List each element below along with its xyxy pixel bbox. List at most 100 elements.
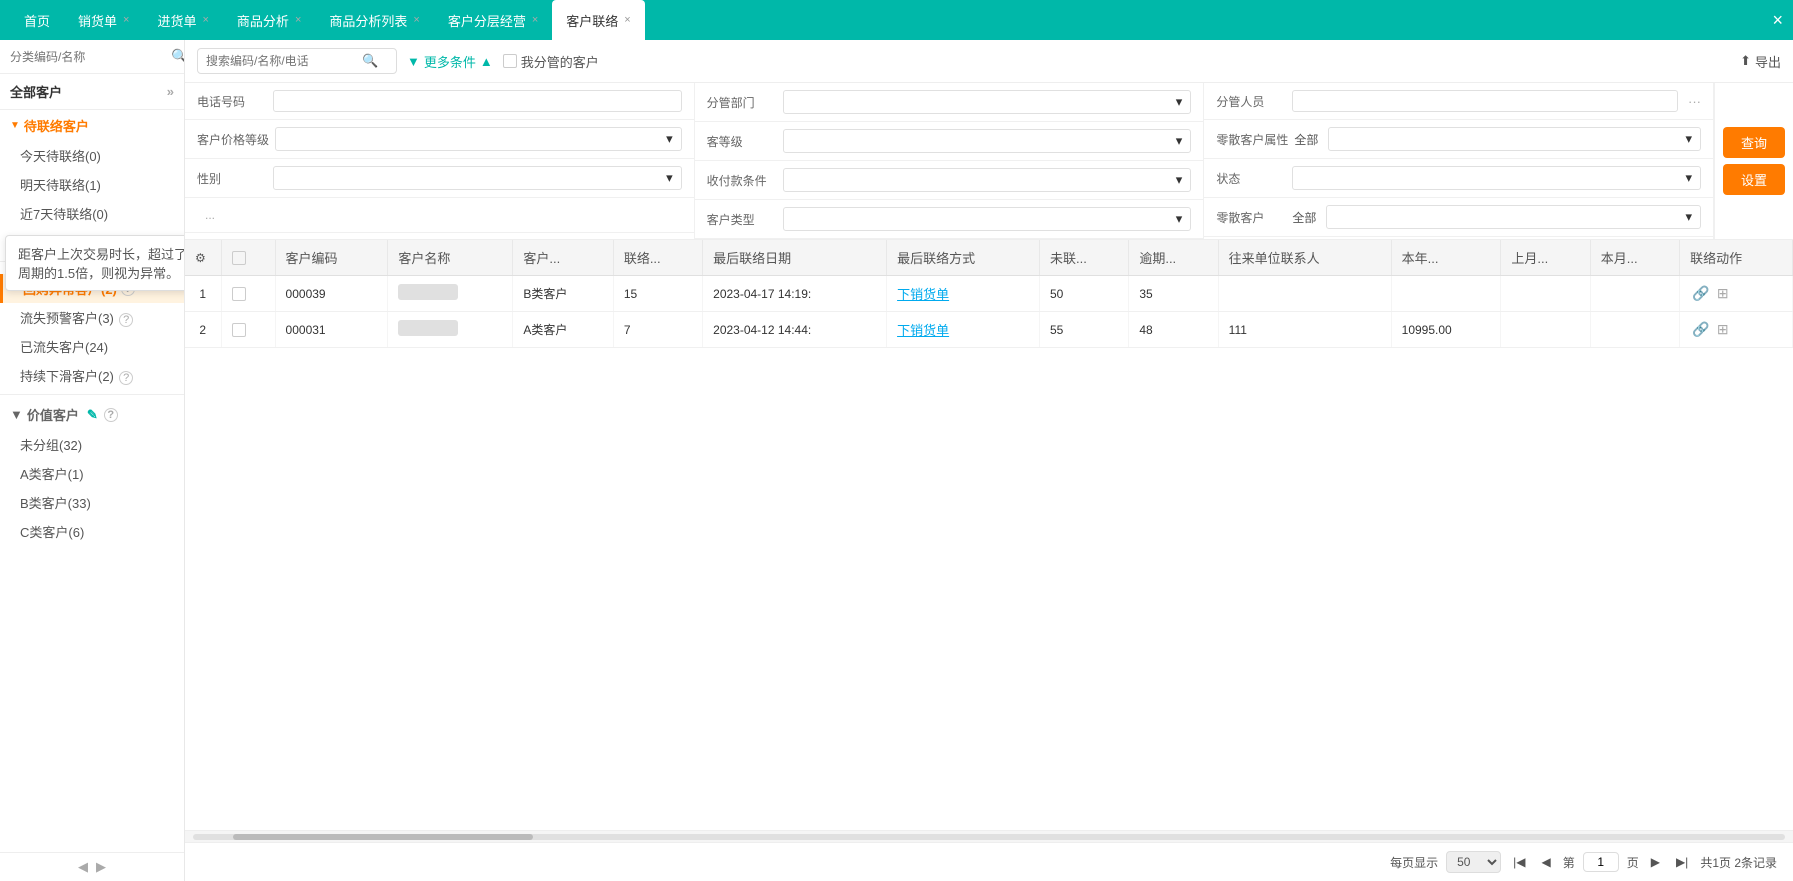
sidebar-item-7days[interactable]: 近7天待联络(0) bbox=[0, 199, 184, 228]
cell-grade-1: A类客户 bbox=[513, 312, 613, 348]
col-contact-header[interactable]: 联络... bbox=[613, 240, 702, 276]
price-grade-select[interactable]: ▾ bbox=[275, 127, 682, 151]
sidebar-search-input[interactable] bbox=[10, 50, 165, 64]
col-name-header[interactable]: 客户名称 bbox=[388, 240, 513, 276]
next-page-btn[interactable]: ▶ bbox=[1647, 853, 1664, 871]
nav-analysis-close[interactable]: × bbox=[295, 14, 301, 26]
action-link-icon-0[interactable]: 🔗 bbox=[1692, 285, 1709, 301]
sidebar-nav-bottom: ◀ ▶ bbox=[0, 852, 184, 881]
pending-arrow-icon: ▼ bbox=[10, 120, 20, 131]
customer-type-select[interactable]: ▾ bbox=[783, 207, 1192, 231]
scrollbar-thumb[interactable] bbox=[233, 834, 533, 840]
customer-grade-select[interactable]: ▾ bbox=[783, 129, 1192, 153]
sidebar-item-lost[interactable]: 已流失客户(24) bbox=[0, 332, 184, 361]
sidebar-item-b-class[interactable]: B类客户(33) bbox=[0, 488, 184, 517]
prev-page-btn[interactable]: ◀ bbox=[1537, 853, 1554, 871]
more-label: 更多条件 bbox=[424, 52, 476, 71]
set-button[interactable]: 设置 bbox=[1723, 164, 1785, 195]
cell-checkbox-0[interactable] bbox=[221, 276, 275, 312]
sidebar-pending-section[interactable]: ▼ 待联络客户 bbox=[0, 110, 184, 141]
cell-action-1[interactable]: 🔗 ⊞ bbox=[1680, 312, 1793, 348]
sidebar-search-icon[interactable]: 🔍 bbox=[171, 48, 185, 65]
page-input[interactable] bbox=[1583, 852, 1619, 872]
query-button[interactable]: 查询 bbox=[1723, 127, 1785, 158]
action-link-icon-1[interactable]: 🔗 bbox=[1692, 321, 1709, 337]
payment-select[interactable]: ▾ bbox=[783, 168, 1192, 192]
sidebar-value-section[interactable]: ▼ 价值客户 ✎ ? bbox=[0, 399, 184, 430]
sidebar-item-tomorrow[interactable]: 明天待联络(1) bbox=[0, 170, 184, 199]
ungroup-label: 未分组(32) bbox=[20, 438, 82, 453]
page-size-select[interactable]: 50 100 200 bbox=[1446, 851, 1501, 873]
last-page-btn[interactable]: ▶| bbox=[1672, 853, 1692, 871]
more-conditions-btn[interactable]: ▼ 更多条件 ▲ bbox=[407, 52, 493, 71]
cell-checkbox-1[interactable] bbox=[221, 312, 275, 348]
cell-overdue-1: 48 bbox=[1129, 312, 1218, 348]
gender-select[interactable]: ▾ bbox=[273, 166, 682, 190]
my-customer-checkbox[interactable] bbox=[503, 54, 517, 68]
nav-purchase[interactable]: 进货单 × bbox=[143, 0, 222, 40]
col-checkbox-header[interactable] bbox=[221, 240, 275, 276]
value-edit-icon[interactable]: ✎ bbox=[87, 407, 98, 423]
person-input[interactable] bbox=[1292, 90, 1678, 112]
filter-customer-type: 客户类型 ▾ bbox=[695, 200, 1204, 239]
person-dots-icon[interactable]: ··· bbox=[1688, 94, 1701, 109]
cell-action-0[interactable]: 🔗 ⊞ bbox=[1680, 276, 1793, 312]
dots-label[interactable]: ... bbox=[197, 205, 682, 225]
horizontal-scrollbar[interactable] bbox=[185, 830, 1793, 842]
nav-customer-seg-close[interactable]: × bbox=[532, 14, 538, 26]
retail-select[interactable]: ▾ bbox=[1326, 205, 1701, 229]
col-last-date-header[interactable]: 最后联络日期 bbox=[703, 240, 887, 276]
nav-customer-contact[interactable]: 客户联络 × bbox=[552, 0, 644, 40]
col-year-header[interactable]: 本年... bbox=[1391, 240, 1501, 276]
action-grid-icon-1[interactable]: ⊞ bbox=[1717, 321, 1729, 337]
retail-inline: 全部 bbox=[1292, 209, 1316, 226]
nav-sales[interactable]: 销货单 × bbox=[64, 0, 143, 40]
col-last-month-header[interactable]: 上月... bbox=[1501, 240, 1590, 276]
cell-last-method-0[interactable]: 下销货单 bbox=[887, 276, 1040, 312]
nav-sales-close[interactable]: × bbox=[123, 14, 129, 26]
col-overdue-header[interactable]: 逾期... bbox=[1129, 240, 1218, 276]
search-box-icon[interactable]: 🔍 bbox=[362, 53, 378, 69]
col-code-header[interactable]: 客户编码 bbox=[275, 240, 388, 276]
col-last-method-header[interactable]: 最后联络方式 bbox=[887, 240, 1040, 276]
nav-customer-seg[interactable]: 客户分层经营 × bbox=[434, 0, 552, 40]
sidebar-item-loss-warn[interactable]: 流失预警客户(3) ? bbox=[0, 303, 184, 332]
window-close-button[interactable]: × bbox=[1772, 10, 1783, 31]
top-nav: 首页 销货单 × 进货单 × 商品分析 × 商品分析列表 × 客户分层经营 × … bbox=[0, 0, 1793, 40]
action-grid-icon-0[interactable]: ⊞ bbox=[1717, 285, 1729, 301]
search-box[interactable]: 🔍 bbox=[197, 48, 397, 74]
export-button[interactable]: ⬆ 导出 bbox=[1740, 52, 1781, 71]
sidebar-item-decline[interactable]: 持续下滑客户(2) ? bbox=[0, 361, 184, 390]
nav-analysis-list[interactable]: 商品分析列表 × bbox=[315, 0, 433, 40]
col-action-header[interactable]: 联络动作 bbox=[1680, 240, 1793, 276]
dept-select[interactable]: ▾ bbox=[783, 90, 1192, 114]
content-area: 🔍 ▼ 更多条件 ▲ 我分管的客户 ⬆ 导出 bbox=[185, 40, 1793, 881]
col-settings-header[interactable]: ⚙ bbox=[185, 240, 221, 276]
nav-analysis-list-close[interactable]: × bbox=[413, 14, 419, 26]
col-this-month-header[interactable]: 本月... bbox=[1590, 240, 1679, 276]
sidebar-item-today[interactable]: 今天待联络(0) bbox=[0, 141, 184, 170]
sidebar-prev-icon[interactable]: ◀ bbox=[78, 859, 88, 875]
phone-input[interactable] bbox=[273, 90, 682, 112]
retail-attr-select[interactable]: ▾ bbox=[1328, 127, 1701, 151]
search-input[interactable] bbox=[206, 54, 356, 68]
sidebar-next-icon[interactable]: ▶ bbox=[96, 859, 106, 875]
sidebar-collapse-icon[interactable]: » bbox=[167, 84, 174, 99]
page-end-label: 页 bbox=[1627, 854, 1639, 871]
sidebar-item-c-class[interactable]: C类客户(6) bbox=[0, 517, 184, 546]
nav-analysis[interactable]: 商品分析 × bbox=[223, 0, 315, 40]
nav-customer-contact-close[interactable]: × bbox=[624, 14, 630, 26]
nav-purchase-close[interactable]: × bbox=[202, 14, 208, 26]
sidebar-item-a-class[interactable]: A类客户(1) bbox=[0, 459, 184, 488]
sidebar-item-ungroup[interactable]: 未分组(32) bbox=[0, 430, 184, 459]
status-select[interactable]: ▾ bbox=[1292, 166, 1701, 190]
first-page-btn[interactable]: |◀ bbox=[1509, 853, 1529, 871]
col-grade-header[interactable]: 客户... bbox=[513, 240, 613, 276]
tooltip-text: 距客户上次交易时长，超过了此客户的平均交易周期的1.5倍，则视为异常。 bbox=[18, 247, 185, 281]
cell-name-1 bbox=[388, 312, 513, 348]
b-class-label: B类客户(33) bbox=[20, 496, 91, 511]
col-unit-contact-header[interactable]: 往来单位联系人 bbox=[1218, 240, 1391, 276]
nav-home[interactable]: 首页 bbox=[10, 0, 64, 40]
cell-last-method-1[interactable]: 下销货单 bbox=[887, 312, 1040, 348]
col-no-contact-header[interactable]: 未联... bbox=[1040, 240, 1129, 276]
